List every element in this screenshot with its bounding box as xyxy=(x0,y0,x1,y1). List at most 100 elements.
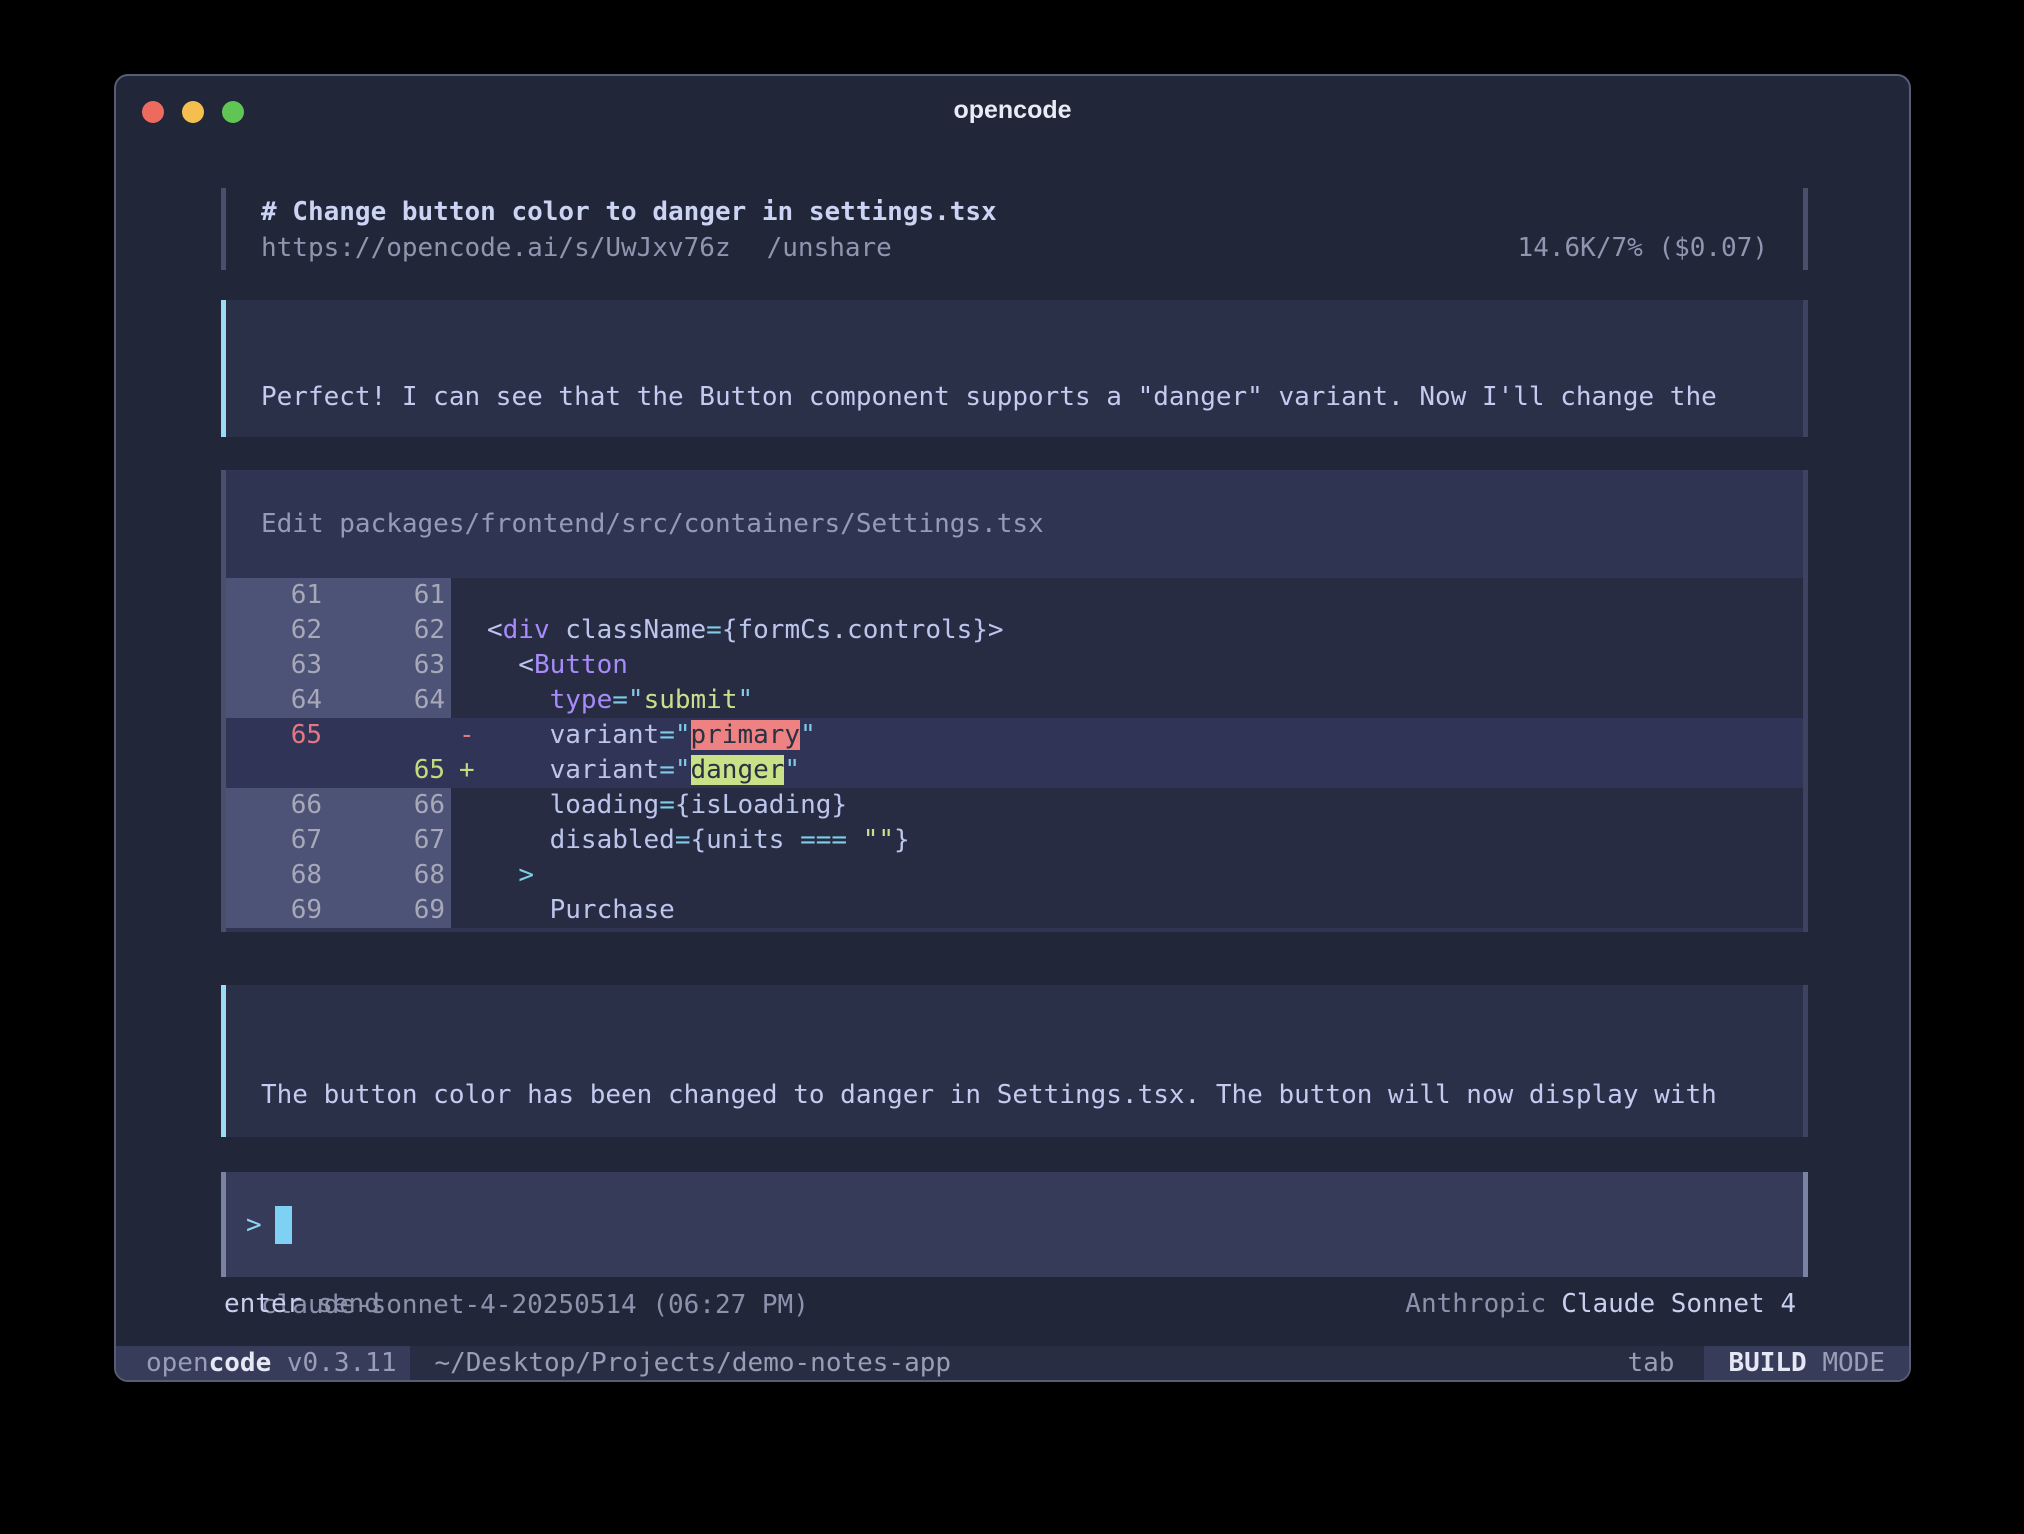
session-title: # Change button color to danger in setti… xyxy=(261,194,1768,230)
diff-row: 6969 Purchase xyxy=(226,893,1803,928)
code-token: danger xyxy=(691,755,785,785)
code-token xyxy=(847,825,863,855)
code-token: =" xyxy=(612,685,643,715)
diff-code-line: <div className={formCs.controls}> xyxy=(487,613,1803,648)
diff-code-line: > xyxy=(487,858,1803,893)
code-token: === xyxy=(800,825,847,855)
message-line: Perfect! I can see that the Button compo… xyxy=(261,380,1768,415)
diff-code-line: type="submit" xyxy=(487,683,1803,718)
diff-marker xyxy=(451,648,487,683)
code-token: disabled xyxy=(487,825,675,855)
diff-new-lineno: 66 xyxy=(326,788,451,823)
diff-marker xyxy=(451,683,487,718)
diff-code-line: loading={isLoading} xyxy=(487,788,1803,823)
hint-action: send xyxy=(317,1289,380,1319)
brand-code: code xyxy=(209,1348,272,1378)
share-url[interactable]: https://opencode.ai/s/UwJxv76z xyxy=(261,230,731,266)
diff-code-line xyxy=(487,578,1803,613)
diff-code-line: Purchase xyxy=(487,893,1803,928)
token-usage: 14.6K/7% ($0.07) xyxy=(1518,230,1768,266)
code-token: {formCs.controls}> xyxy=(722,615,1004,645)
diff-row: 6868 > xyxy=(226,858,1803,893)
code-token: {units xyxy=(691,825,801,855)
session-header: # Change button color to danger in setti… xyxy=(221,188,1808,270)
opencode-window: opencode # Change button color to danger… xyxy=(114,74,1911,1382)
code-token: > xyxy=(518,860,534,890)
text-cursor xyxy=(275,1206,292,1244)
status-bar: opencode v0.3.11 ~/Desktop/Projects/demo… xyxy=(116,1346,1909,1380)
diff-new-lineno: 68 xyxy=(326,858,451,893)
mode-primary: BUILD xyxy=(1728,1348,1806,1378)
prompt-input[interactable]: > xyxy=(221,1172,1808,1277)
code-token: className xyxy=(550,615,707,645)
code-token: " xyxy=(800,720,816,750)
diff-marker xyxy=(451,858,487,893)
code-token: = xyxy=(659,790,675,820)
diff-row: 6262<div className={formCs.controls}> xyxy=(226,613,1803,648)
diff-code-line: disabled={units === ""} xyxy=(487,823,1803,858)
diff-old-lineno: 66 xyxy=(226,788,326,823)
diff-code-line: variant="danger" xyxy=(487,753,1803,788)
window-title: opencode xyxy=(116,76,1909,144)
tab-keybind-hint: tab xyxy=(1627,1348,1674,1378)
code-token xyxy=(487,685,550,715)
diff-row: 6767 disabled={units === ""} xyxy=(226,823,1803,858)
diff-old-lineno: 62 xyxy=(226,613,326,648)
edit-tool-card: Edit packages/frontend/src/containers/Se… xyxy=(221,470,1808,932)
diff-old-lineno xyxy=(226,753,326,788)
diff-marker: + xyxy=(451,753,487,788)
assistant-message: The button color has been changed to dan… xyxy=(221,985,1808,1137)
mode-segment[interactable]: BUILD MODE xyxy=(1704,1346,1909,1380)
diff-old-lineno: 64 xyxy=(226,683,326,718)
session-subrow: https://opencode.ai/s/UwJxv76z /unshare … xyxy=(261,230,1768,266)
code-token: variant xyxy=(487,755,659,785)
code-token: Purchase xyxy=(487,895,675,925)
code-token: {isLoading} xyxy=(675,790,847,820)
titlebar: opencode xyxy=(116,76,1909,146)
code-token: = xyxy=(706,615,722,645)
diff-marker xyxy=(451,613,487,648)
mode-secondary-space xyxy=(1807,1348,1823,1378)
code-token: " xyxy=(737,685,753,715)
diff-new-lineno: 65 xyxy=(326,753,451,788)
message-line: The button color has been changed to dan… xyxy=(261,1078,1768,1113)
working-directory: ~/Desktop/Projects/demo-notes-app xyxy=(434,1348,951,1378)
diff-row: 6464 type="submit" xyxy=(226,683,1803,718)
code-token: variant xyxy=(487,720,659,750)
code-token xyxy=(487,860,518,890)
diff-marker: - xyxy=(451,718,487,753)
provider-name: Anthropic xyxy=(1405,1289,1546,1319)
diff-new-lineno: 67 xyxy=(326,823,451,858)
diff-table: 61616262<div className={formCs.controls}… xyxy=(226,578,1803,928)
code-token: Button xyxy=(534,650,628,680)
diff-old-lineno: 61 xyxy=(226,578,326,613)
diff-new-lineno: 64 xyxy=(326,683,451,718)
model-name: Claude Sonnet 4 xyxy=(1561,1289,1796,1319)
code-token: submit xyxy=(644,685,738,715)
unshare-command[interactable]: /unshare xyxy=(767,230,892,266)
diff-row: 65+ variant="danger" xyxy=(226,753,1803,788)
diff-old-lineno: 65 xyxy=(226,718,326,753)
code-token: type xyxy=(550,685,613,715)
diff-new-lineno: 69 xyxy=(326,893,451,928)
diff-code-line: variant="primary" xyxy=(487,718,1803,753)
assistant-message: Perfect! I can see that the Button compo… xyxy=(221,300,1808,437)
code-token: loading xyxy=(487,790,659,820)
diff-row: 6363 <Button xyxy=(226,648,1803,683)
model-indicator: Anthropic Claude Sonnet 4 xyxy=(1405,1288,1796,1320)
hint-key: enter xyxy=(224,1289,302,1319)
diff-marker xyxy=(451,788,487,823)
edit-tool-title: Edit packages/frontend/src/containers/Se… xyxy=(226,470,1803,578)
diff-row: 65 - variant="primary" xyxy=(226,718,1803,753)
code-token: =" xyxy=(659,720,690,750)
diff-old-lineno: 68 xyxy=(226,858,326,893)
diff-row: 6161 xyxy=(226,578,1803,613)
code-token: = xyxy=(675,825,691,855)
prompt-chevron-icon: > xyxy=(246,1210,262,1240)
code-token: =" xyxy=(659,755,690,785)
code-token: "" xyxy=(863,825,894,855)
version-number: v0.3.11 xyxy=(287,1348,397,1378)
hint-row: enter send Anthropic Claude Sonnet 4 xyxy=(221,1288,1808,1320)
diff-marker xyxy=(451,578,487,613)
desktop-background: opencode # Change button color to danger… xyxy=(0,0,2024,1534)
